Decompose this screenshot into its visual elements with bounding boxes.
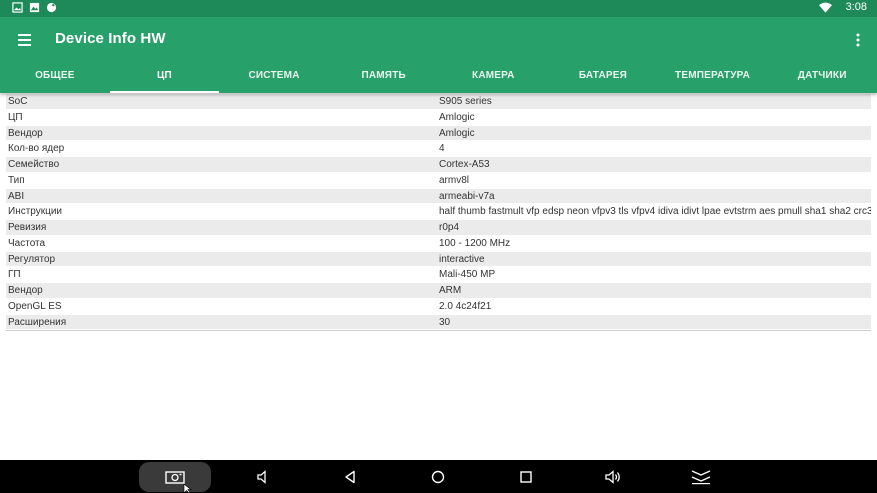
mouse-cursor-icon xyxy=(183,484,192,493)
hamburger-menu-icon[interactable] xyxy=(12,29,38,51)
table-row: ЦП Amlogic xyxy=(6,110,871,126)
row-value: armv8l xyxy=(439,174,470,186)
tab-sensors[interactable]: ДАТЧИКИ xyxy=(767,59,877,93)
tab-battery[interactable]: БАТАРЕЯ xyxy=(548,59,658,93)
screenshot-icon xyxy=(165,471,185,484)
table-row: ГП Mali-450 MP xyxy=(6,267,871,283)
status-bar: 3:08 xyxy=(0,0,877,17)
row-key: ЦП xyxy=(8,111,23,123)
app-bar: Device Info HW ОБЩЕЕ ЦП СИСТЕМА ПАМЯТЬ К… xyxy=(0,17,877,93)
status-time: 3:08 xyxy=(845,1,867,13)
row-value: half thumb fastmult vfp edsp neon vfpv3 … xyxy=(439,206,871,218)
row-value: armeabi-v7a xyxy=(439,190,495,202)
status-bar-right: 3:08 xyxy=(818,1,867,13)
table-row: Семейство Cortex-A53 xyxy=(6,157,871,173)
tab-memory[interactable]: ПАМЯТЬ xyxy=(329,59,439,93)
volume-down-button[interactable] xyxy=(243,460,283,493)
table-divider xyxy=(6,330,871,332)
status-bar-left xyxy=(12,2,57,13)
tab-system[interactable]: СИСТЕМА xyxy=(219,59,329,93)
table-row: Тип armv8l xyxy=(6,173,871,189)
tab-temperature[interactable]: ТЕМПЕРАТУРА xyxy=(658,59,768,93)
tab-cpu[interactable]: ЦП xyxy=(109,59,220,93)
row-key: ГП xyxy=(8,269,21,281)
table-row: Вендор ARM xyxy=(6,283,871,299)
back-button[interactable] xyxy=(330,460,370,493)
home-icon xyxy=(431,470,445,483)
table-row: Ревизия r0p4 xyxy=(6,220,871,236)
tab-general[interactable]: ОБЩЕЕ xyxy=(0,59,110,93)
row-key: SoC xyxy=(8,96,28,107)
row-value: S905 series xyxy=(439,96,492,107)
row-value: Mali-450 MP xyxy=(439,269,496,281)
table-row: SoC S905 series xyxy=(6,94,871,110)
row-key: Вендор xyxy=(8,127,43,139)
row-key: Расширения xyxy=(8,316,67,328)
back-icon xyxy=(345,470,355,483)
row-value: Cortex-A53 xyxy=(439,159,490,170)
navigation-bar xyxy=(0,460,877,493)
image-icon xyxy=(12,2,23,13)
table-row: Частота 100 - 1200 MHz xyxy=(6,236,871,252)
more-vert-icon[interactable] xyxy=(853,29,863,51)
table-row: Регулятор interactive xyxy=(6,251,871,268)
volume-down-icon xyxy=(257,469,266,484)
screenshot-button[interactable] xyxy=(139,462,211,492)
row-value: interactive xyxy=(439,253,485,265)
row-key: ABI xyxy=(8,190,25,202)
row-key: Тип xyxy=(8,174,25,186)
screen: 3:08 Device Info HW ОБЩЕЕ ЦП СИСТЕМА ПАМ… xyxy=(0,0,877,493)
row-key: Вендор xyxy=(8,285,43,296)
row-key: OpenGL ES xyxy=(8,300,62,312)
tab-bar: ОБЩЕЕ ЦП СИСТЕМА ПАМЯТЬ КАМЕРА БАТАРЕЯ Т… xyxy=(0,59,877,93)
table-row: OpenGL ES 2.0 4c24f21 xyxy=(6,299,871,315)
row-value: Amlogic xyxy=(439,111,475,123)
hide-nav-icon xyxy=(691,469,711,484)
row-value: 2.0 4c24f21 xyxy=(439,300,492,312)
wifi-icon xyxy=(818,2,832,13)
recents-icon xyxy=(520,470,532,483)
app-title: Device Info HW xyxy=(55,30,166,47)
row-key: Кол-во ядер xyxy=(8,143,65,155)
table-row: Инструкции half thumb fastmult vfp edsp n… xyxy=(6,204,871,220)
gallery-icon xyxy=(29,2,40,13)
row-value: 30 xyxy=(439,316,451,328)
row-key: Регулятор xyxy=(8,253,56,265)
volume-up-button[interactable] xyxy=(593,460,633,493)
row-key: Ревизия xyxy=(8,222,47,233)
table-row: ABI armeabi-v7a xyxy=(6,188,871,205)
row-value: 100 - 1200 MHz xyxy=(439,237,511,249)
table-row: Кол-во ядер 4 xyxy=(6,141,871,157)
table-row: Расширения 30 xyxy=(6,314,871,331)
volume-up-icon xyxy=(605,469,620,484)
home-button[interactable] xyxy=(418,460,458,493)
row-value: ARM xyxy=(439,285,462,296)
cpu-info-table: SoC S905 series ЦП Amlogic Вендор Amlogic К… xyxy=(6,94,871,332)
recents-button[interactable] xyxy=(506,460,546,493)
row-value: Amlogic xyxy=(439,127,475,139)
circle-dot-icon xyxy=(46,2,57,13)
table-row: Вендор Amlogic xyxy=(6,125,871,142)
row-value: r0p4 xyxy=(439,222,460,233)
row-key: Семейство xyxy=(8,159,60,170)
row-value: 4 xyxy=(439,143,445,155)
hide-nav-button[interactable] xyxy=(681,460,721,493)
row-key: Инструкции xyxy=(8,206,63,218)
row-key: Частота xyxy=(8,237,46,249)
tab-camera[interactable]: КАМЕРА xyxy=(439,59,549,93)
